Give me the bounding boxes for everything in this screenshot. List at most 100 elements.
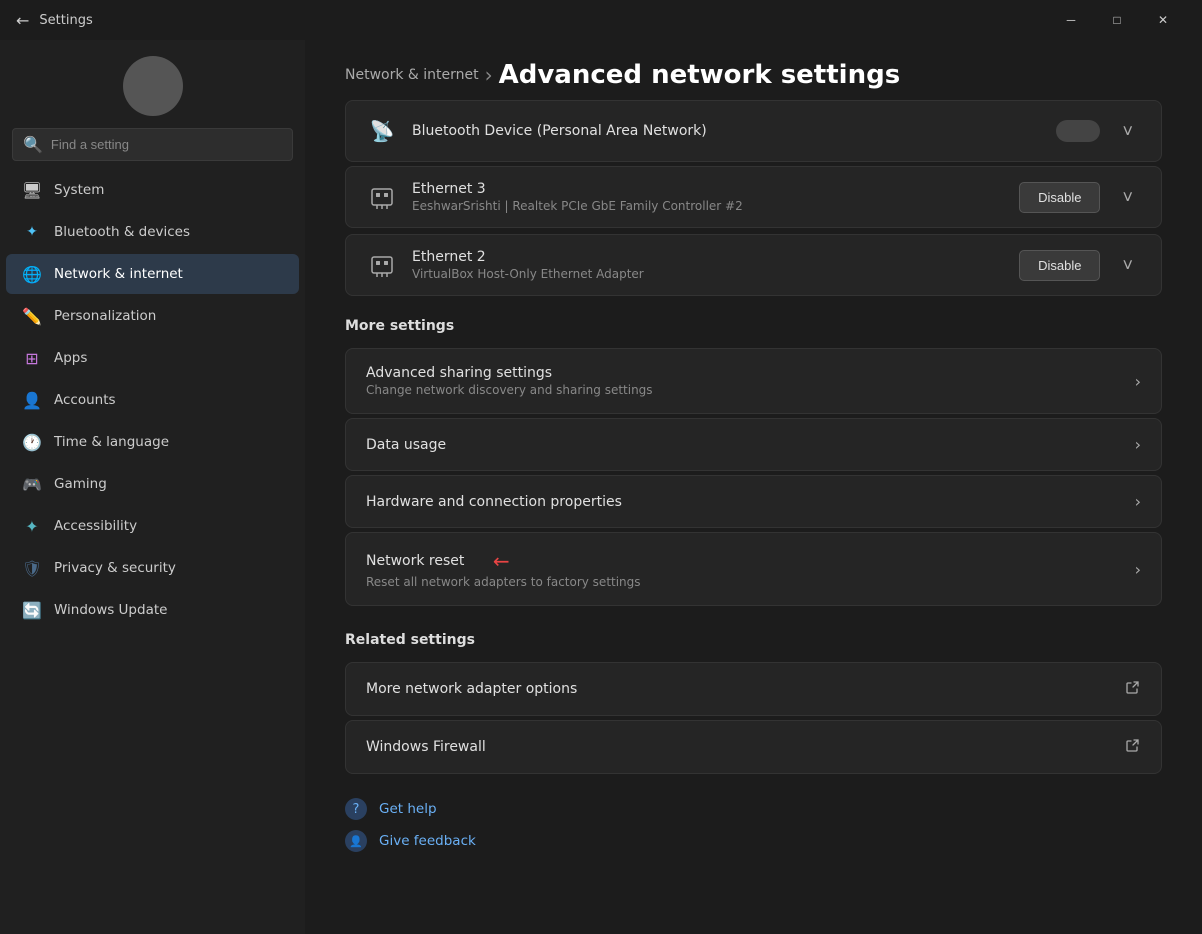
ethernet3-expand-button[interactable]: ˅: [1114, 183, 1141, 212]
privacy-icon: 🛡: [22, 558, 42, 578]
advanced-sharing-arrow: ›: [1135, 372, 1141, 391]
adapter-card-ethernet3: Ethernet 3 EeshwarSrishti | Realtek PCIe…: [345, 166, 1162, 228]
maximize-button[interactable]: □: [1094, 4, 1140, 36]
bluetooth-icon: ✦: [22, 222, 42, 242]
titlebar-controls: ─ □ ✕: [1048, 4, 1186, 36]
help-section: ? Get help 👤 Give feedback: [305, 778, 1202, 862]
ethernet2-icon: [366, 249, 398, 281]
adapter-card-ethernet2: Ethernet 2 VirtualBox Host-Only Ethernet…: [345, 234, 1162, 296]
hardware-connection-title: Hardware and connection properties: [366, 494, 1121, 510]
sidebar-item-label: Gaming: [54, 476, 107, 492]
more-settings-title: More settings: [305, 300, 1202, 344]
sidebar: 🔍 🖥 System ✦ Bluetooth & devices 🌐 Netwo…: [0, 40, 305, 934]
disable-ethernet2-button[interactable]: Disable: [1019, 250, 1100, 281]
windows-firewall-title: Windows Firewall: [366, 739, 1111, 755]
back-icon[interactable]: ←: [16, 11, 29, 30]
settings-window: ← Settings ─ □ ✕ 🔍 🖥 System ✦ Bluetooth …: [0, 0, 1202, 934]
network-reset-title: Network reset ←: [366, 549, 1121, 573]
adapter-info-ethernet2: Ethernet 2 VirtualBox Host-Only Ethernet…: [412, 249, 1005, 281]
search-icon: 🔍: [23, 135, 43, 154]
data-usage-row[interactable]: Data usage ›: [345, 418, 1162, 471]
toggle-switch[interactable]: [1056, 120, 1100, 142]
advanced-sharing-row[interactable]: Advanced sharing settings Change network…: [345, 348, 1162, 414]
sidebar-item-label: Network & internet: [54, 266, 183, 282]
time-icon: 🕐: [22, 432, 42, 452]
gaming-icon: 🎮: [22, 474, 42, 494]
sidebar-item-label: Apps: [54, 350, 87, 366]
disable-ethernet3-button[interactable]: Disable: [1019, 182, 1100, 213]
sidebar-item-label: Privacy & security: [54, 560, 176, 576]
external-link-icon: [1125, 679, 1141, 699]
sidebar-item-time[interactable]: 🕐 Time & language: [6, 422, 299, 462]
ethernet3-icon: [366, 181, 398, 213]
sidebar-item-personalization[interactable]: ✏️ Personalization: [6, 296, 299, 336]
network-reset-row[interactable]: Network reset ← Reset all network adapte…: [345, 532, 1162, 606]
ethernet3-name: Ethernet 3: [412, 181, 1005, 197]
titlebar: ← Settings ─ □ ✕: [0, 0, 1202, 40]
search-container[interactable]: 🔍: [12, 128, 293, 161]
annotation-arrow: ←: [493, 549, 510, 573]
personalization-icon: ✏️: [22, 306, 42, 326]
minimize-button[interactable]: ─: [1048, 4, 1094, 36]
get-help-item[interactable]: ? Get help: [345, 798, 1162, 820]
more-adapter-options-row[interactable]: More network adapter options: [345, 662, 1162, 716]
partial-adapter-name: Bluetooth Device (Personal Area Network): [412, 123, 1042, 139]
titlebar-left: ← Settings: [16, 11, 93, 30]
adapter-info-ethernet3: Ethernet 3 EeshwarSrishti | Realtek PCIe…: [412, 181, 1005, 213]
avatar: [123, 56, 183, 116]
network-reset-info: Network reset ← Reset all network adapte…: [366, 549, 1121, 589]
system-icon: 🖥: [22, 180, 42, 200]
sidebar-item-label: Windows Update: [54, 602, 167, 618]
network-reset-arrow: ›: [1135, 560, 1141, 579]
sidebar-item-accessibility[interactable]: ✦ Accessibility: [6, 506, 299, 546]
adapter-icon: 📡: [366, 115, 398, 147]
network-icon: 🌐: [22, 264, 42, 284]
give-feedback-label: Give feedback: [379, 833, 476, 849]
advanced-sharing-desc: Change network discovery and sharing set…: [366, 383, 1121, 397]
ethernet3-desc: EeshwarSrishti | Realtek PCIe GbE Family…: [412, 199, 1005, 213]
sidebar-item-accounts[interactable]: 👤 Accounts: [6, 380, 299, 420]
breadcrumb-separator: ›: [485, 63, 493, 87]
ethernet2-desc: VirtualBox Host-Only Ethernet Adapter: [412, 267, 1005, 281]
sidebar-item-gaming[interactable]: 🎮 Gaming: [6, 464, 299, 504]
breadcrumb: Network & internet › Advanced network se…: [305, 40, 1202, 100]
sidebar-item-windows-update[interactable]: 🔄 Windows Update: [6, 590, 299, 630]
get-help-icon: ?: [345, 798, 367, 820]
sidebar-item-bluetooth[interactable]: ✦ Bluetooth & devices: [6, 212, 299, 252]
more-adapter-options-title: More network adapter options: [366, 681, 1111, 697]
apps-icon: ⊞: [22, 348, 42, 368]
give-feedback-item[interactable]: 👤 Give feedback: [345, 830, 1162, 852]
windows-firewall-row[interactable]: Windows Firewall: [345, 720, 1162, 774]
related-settings-title: Related settings: [305, 610, 1202, 658]
sidebar-item-label: System: [54, 182, 104, 198]
page-title: Advanced network settings: [499, 60, 901, 90]
get-help-label: Get help: [379, 801, 437, 817]
ethernet2-name: Ethernet 2: [412, 249, 1005, 265]
search-input[interactable]: [51, 137, 282, 152]
ethernet2-expand-button[interactable]: ˅: [1114, 251, 1141, 280]
expand-button[interactable]: ˅: [1114, 117, 1141, 146]
hardware-connection-info: Hardware and connection properties: [366, 494, 1121, 510]
sidebar-item-label: Bluetooth & devices: [54, 224, 190, 240]
sidebar-item-network[interactable]: 🌐 Network & internet: [6, 254, 299, 294]
more-adapter-options-info: More network adapter options: [366, 681, 1111, 697]
accessibility-icon: ✦: [22, 516, 42, 536]
network-reset-desc: Reset all network adapters to factory se…: [366, 575, 1121, 589]
sidebar-item-system[interactable]: 🖥 System: [6, 170, 299, 210]
partial-adapter-card: 📡 Bluetooth Device (Personal Area Networ…: [345, 100, 1162, 162]
sidebar-item-privacy[interactable]: 🛡 Privacy & security: [6, 548, 299, 588]
close-button[interactable]: ✕: [1140, 4, 1186, 36]
breadcrumb-parent[interactable]: Network & internet: [345, 67, 479, 83]
sidebar-item-apps[interactable]: ⊞ Apps: [6, 338, 299, 378]
data-usage-info: Data usage: [366, 437, 1121, 453]
windows-update-icon: 🔄: [22, 600, 42, 620]
sidebar-item-label: Personalization: [54, 308, 156, 324]
accounts-icon: 👤: [22, 390, 42, 410]
give-feedback-icon: 👤: [345, 830, 367, 852]
hardware-connection-row[interactable]: Hardware and connection properties ›: [345, 475, 1162, 528]
sidebar-item-label: Accounts: [54, 392, 116, 408]
adapter-info: Bluetooth Device (Personal Area Network): [412, 123, 1042, 139]
sidebar-item-label: Time & language: [54, 434, 169, 450]
titlebar-title: Settings: [39, 13, 92, 28]
hardware-connection-arrow: ›: [1135, 492, 1141, 511]
